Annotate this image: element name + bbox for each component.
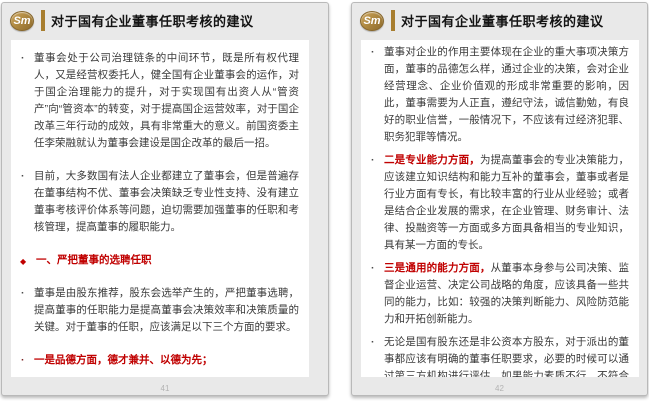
- bullet-paragraph: · 无论是国有股东还是非公资本方股东，对于派出的董事都应该有明确的董事任职要求，必…: [370, 334, 629, 377]
- slide-thumbnail-42[interactable]: Sm 对于国有企业董事任职考核的建议 · 董事对企业的作用主要体现在企业的重大事项…: [351, 2, 648, 396]
- title-accent-bar: [41, 10, 45, 31]
- paragraph-text: 一是品德方面，德才兼并、以德为先；: [34, 354, 213, 366]
- title-accent-bar: [391, 10, 395, 31]
- section-heading: ◆ 一、严把董事的选聘任职: [20, 252, 299, 269]
- bullet-paragraph: · 二是专业能力方面，为提高董事会的专业决策能力，应该建立知识结构和能力互补的董事…: [370, 152, 629, 254]
- paragraph-text: 董事会处于公司治理链条的中间环节，既是所有权代理人，又是经营权委托人，健全国有企…: [34, 52, 299, 149]
- company-logo-icon: Sm: [10, 10, 34, 31]
- paragraph-text: 无论是国有股东还是非公资本方股东，对于派出的董事都应该有明确的董事任职要求，必要…: [384, 336, 629, 377]
- dot-bullet-icon: ·: [371, 154, 375, 166]
- slide-header: Sm 对于国有企业董事任职考核的建议: [2, 3, 328, 38]
- dot-bullet-icon: ·: [371, 46, 375, 58]
- slide-body: · 董事会处于公司治理链条的中间环节，既是所有权代理人，又是经营权委托人，健全国有…: [11, 40, 309, 377]
- paragraph-text: 目前，大多数国有法人企业都建立了董事会，但是普遍存在董事结构不优、董事会决策缺乏…: [34, 170, 299, 233]
- slide-body: · 董事对企业的作用主要体现在企业的重大事项决策方面，董事的品德怎么样，通过企业的…: [361, 40, 639, 377]
- page-number: 41: [160, 384, 170, 393]
- logo-text: Sm: [13, 14, 31, 27]
- diamond-bullet-icon: ◆: [20, 257, 27, 266]
- paragraph-red-lead: 二是专业能力方面，: [384, 154, 480, 166]
- dot-bullet-icon: ·: [371, 262, 375, 274]
- heading-text: 一、严把董事的选聘任职: [36, 254, 152, 266]
- dot-bullet-icon: ·: [21, 52, 25, 64]
- slide-title: 对于国有企业董事任职考核的建议: [51, 14, 254, 29]
- dot-bullet-icon: ·: [21, 287, 25, 299]
- paragraph-text: 董事是由股东推荐，股东会选举产生的，严把董事选聘，提高董事的任职能力是提高董事会…: [34, 287, 299, 333]
- bullet-paragraph: · 董事是由股东推荐，股东会选举产生的，严把董事选聘，提高董事的任职能力是提高董事…: [20, 285, 299, 336]
- slide-title: 对于国有企业董事任职考核的建议: [401, 14, 604, 29]
- slide-thumbnail-41[interactable]: Sm 对于国有企业董事任职考核的建议 · 董事会处于公司治理链条的中间环节，既是所…: [1, 2, 329, 396]
- paragraph-text: 为提高董事会的专业决策能力，应该建立知识结构和能力互补的董事会，董事或者是行业方…: [384, 154, 630, 251]
- slide-header: Sm 对于国有企业董事任职考核的建议: [352, 3, 647, 38]
- bullet-paragraph: · 目前，大多数国有法人企业都建立了董事会，但是普遍存在董事结构不优、董事会决策缺…: [20, 168, 299, 236]
- company-logo-icon: Sm: [360, 10, 384, 31]
- bullet-paragraph: · 三是通用的能力方面，从董事本身参与公司决策、监督企业运营、决定公司战略的角度，…: [370, 260, 629, 328]
- dot-bullet-icon: ·: [21, 170, 25, 182]
- bullet-paragraph: · 董事会处于公司治理链条的中间环节，既是所有权代理人，又是经营权委托人，健全国有…: [20, 50, 299, 152]
- red-point-paragraph: · 一是品德方面，德才兼并、以德为先；: [20, 352, 299, 369]
- paragraph-red-lead: 三是通用的能力方面，: [384, 262, 491, 274]
- logo-text: Sm: [363, 14, 381, 27]
- bullet-paragraph: · 董事对企业的作用主要体现在企业的重大事项决策方面，董事的品德怎么样，通过企业的…: [370, 44, 629, 146]
- dot-bullet-icon: ·: [21, 354, 25, 366]
- dot-bullet-icon: ·: [371, 336, 375, 348]
- page-number: 42: [495, 384, 504, 393]
- paragraph-text: 董事对企业的作用主要体现在企业的重大事项决策方面，董事的品德怎么样，通过企业的决…: [384, 46, 629, 143]
